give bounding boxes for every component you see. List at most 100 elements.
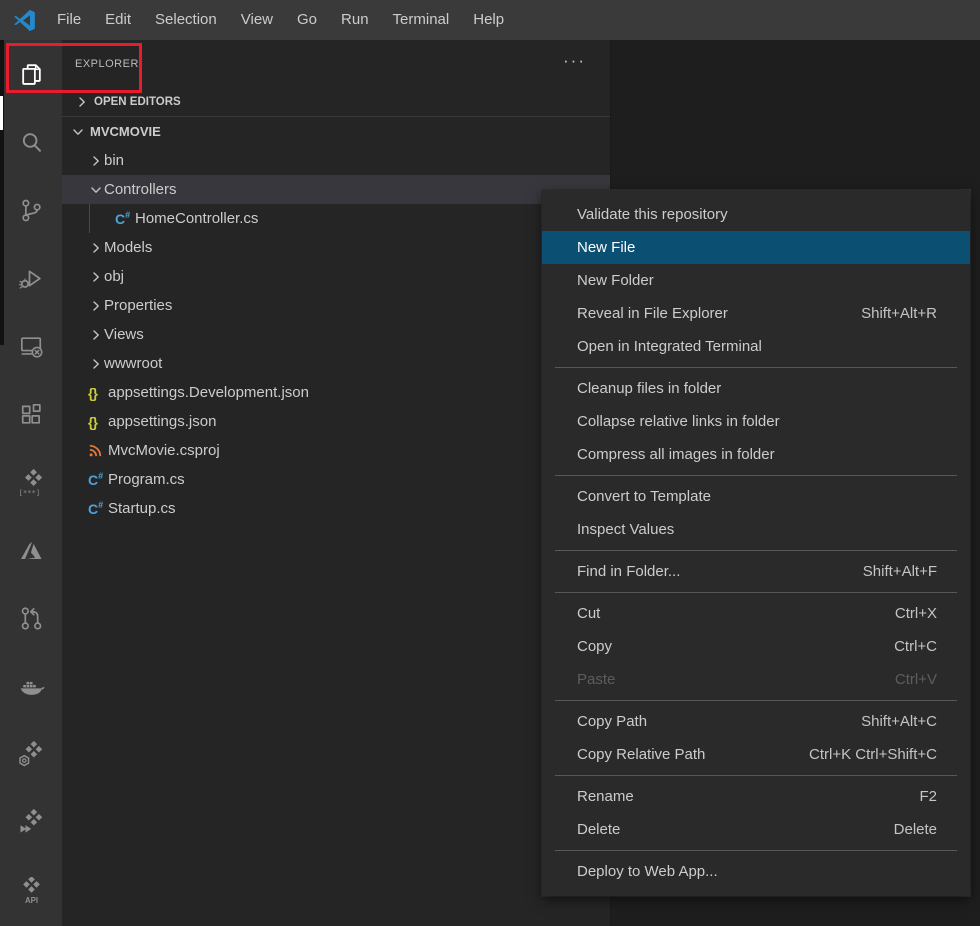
tree-item-label: obj <box>104 268 124 285</box>
activity-item-search[interactable] <box>0 108 62 176</box>
menu-separator <box>555 367 957 368</box>
tree-item-label: Properties <box>104 297 172 314</box>
docker-whale-icon <box>18 673 45 700</box>
chevron-right-icon <box>88 240 104 256</box>
menu-item-reveal-in-file-explorer[interactable]: Reveal in File ExplorerShift+Alt+R <box>542 297 970 330</box>
menubar-item-selection[interactable]: Selection <box>143 0 229 40</box>
tree-item-label: Program.cs <box>108 471 185 488</box>
chevron-right-icon <box>88 153 104 169</box>
menubar: FileEditSelectionViewGoRunTerminalHelp <box>45 0 516 40</box>
json-file-icon: {} <box>88 385 108 401</box>
tree-item-label: appsettings.json <box>108 413 216 430</box>
menubar-item-edit[interactable]: Edit <box>93 0 143 40</box>
csharp-file-icon: C# <box>88 501 108 517</box>
tree-item-startup-cs[interactable]: C#Startup.cs <box>62 494 610 523</box>
menu-item-find-in-folder[interactable]: Find in Folder...Shift+Alt+F <box>542 555 970 588</box>
file-tree: binControllersC#HomeController.csModelso… <box>62 146 610 523</box>
menu-separator <box>555 850 957 851</box>
section-label: MVCMOVIE <box>90 124 161 139</box>
tree-item-program-cs[interactable]: C#Program.cs <box>62 465 610 494</box>
menu-item-rename[interactable]: RenameF2 <box>542 780 970 813</box>
menu-item-compress-all-images-in-folder[interactable]: Compress all images in folder <box>542 438 970 471</box>
activity-item-azure[interactable] <box>0 516 62 584</box>
menubar-item-terminal[interactable]: Terminal <box>381 0 462 40</box>
menu-item-inspect-values[interactable]: Inspect Values <box>542 513 970 546</box>
activity-item-azure-api-ext[interactable]: API <box>0 856 62 924</box>
indent-guide <box>89 204 90 233</box>
section-project-root[interactable]: MVCMOVIE <box>62 117 610 146</box>
tree-item-label: Models <box>104 239 152 256</box>
tree-item-label: HomeController.cs <box>135 210 258 227</box>
tree-item-appsettings-development-json[interactable]: {}appsettings.Development.json <box>62 378 610 407</box>
section-open-editors[interactable]: OPEN EDITORS <box>62 88 610 117</box>
menubar-item-file[interactable]: File <box>45 0 93 40</box>
activity-item-azure-play-ext[interactable] <box>0 788 62 856</box>
tree-item-wwwroot[interactable]: wwwroot <box>62 349 610 378</box>
tree-item-properties[interactable]: Properties <box>62 291 610 320</box>
menu-item-new-folder[interactable]: New Folder <box>542 264 970 297</box>
tree-item-appsettings-json[interactable]: {}appsettings.json <box>62 407 610 436</box>
activity-item-remote-explorer[interactable] <box>0 312 62 380</box>
svg-text:[***]: [***] <box>18 487 40 495</box>
menu-item-deploy-to-web-app[interactable]: Deploy to Web App... <box>542 855 970 888</box>
menu-item-cleanup-files-in-folder[interactable]: Cleanup files in folder <box>542 372 970 405</box>
menu-item-copy-relative-path[interactable]: Copy Relative PathCtrl+K Ctrl+Shift+C <box>542 738 970 771</box>
window-edge <box>0 40 4 345</box>
menu-item-copy[interactable]: CopyCtrl+C <box>542 630 970 663</box>
chevron-right-icon <box>88 356 104 372</box>
tree-item-label: bin <box>104 152 124 169</box>
activity-item-source-control[interactable] <box>0 176 62 244</box>
menu-separator <box>555 550 957 551</box>
svg-text:API: API <box>24 896 37 904</box>
menu-item-cut[interactable]: CutCtrl+X <box>542 597 970 630</box>
csharp-file-icon: C# <box>115 211 135 227</box>
menu-item-paste[interactable]: PasteCtrl+V <box>542 663 970 696</box>
diamonds-hexagon-icon <box>18 741 45 768</box>
tree-item-views[interactable]: Views <box>62 320 610 349</box>
menubar-item-go[interactable]: Go <box>285 0 329 40</box>
menu-item-validate-this-repository[interactable]: Validate this repository <box>542 198 970 231</box>
menu-separator <box>555 475 957 476</box>
tree-item-obj[interactable]: obj <box>62 262 610 291</box>
tree-item-label: Views <box>104 326 144 343</box>
menubar-item-view[interactable]: View <box>229 0 285 40</box>
section-label: OPEN EDITORS <box>94 96 181 108</box>
menu-item-delete[interactable]: DeleteDelete <box>542 813 970 846</box>
activity-item-explorer[interactable] <box>0 40 62 108</box>
title-bar: FileEditSelectionViewGoRunTerminalHelp <box>0 0 980 40</box>
menu-item-collapse-relative-links-in-folder[interactable]: Collapse relative links in folder <box>542 405 970 438</box>
search-icon <box>18 129 45 156</box>
active-view-indicator <box>0 96 3 130</box>
chevron-down-icon <box>70 124 86 140</box>
menu-item-new-file[interactable]: New File <box>542 231 970 264</box>
activity-item-azure-tools[interactable]: [***] <box>0 448 62 516</box>
extensions-icon <box>18 401 45 428</box>
menu-item-copy-path[interactable]: Copy PathShift+Alt+C <box>542 705 970 738</box>
activity-item-github-pull-requests[interactable] <box>0 584 62 652</box>
menubar-item-run[interactable]: Run <box>329 0 381 40</box>
source-control-icon <box>18 197 45 224</box>
activity-item-run-and-debug[interactable] <box>0 244 62 312</box>
activity-item-azure-hexagon-ext[interactable] <box>0 720 62 788</box>
activity-item-extensions[interactable] <box>0 380 62 448</box>
tree-item-models[interactable]: Models <box>62 233 610 262</box>
vscode-logo-icon <box>13 9 36 32</box>
tree-item-bin[interactable]: bin <box>62 146 610 175</box>
tree-item-mvcmovie-csproj[interactable]: MvcMovie.csproj <box>62 436 610 465</box>
menu-item-open-in-integrated-terminal[interactable]: Open in Integrated Terminal <box>542 330 970 363</box>
csharp-file-icon: C# <box>88 472 108 488</box>
tree-item-homecontroller-cs[interactable]: C#HomeController.cs <box>62 204 610 233</box>
more-actions-icon[interactable]: ··· <box>563 52 586 69</box>
diamonds-api-icon: API <box>18 877 45 904</box>
activity-item-docker[interactable] <box>0 652 62 720</box>
pull-request-icon <box>18 605 45 632</box>
chevron-down-icon <box>88 182 104 198</box>
menu-separator <box>555 592 957 593</box>
diamonds-brackets-icon: [***] <box>18 469 45 496</box>
tree-item-controllers[interactable]: Controllers <box>62 175 610 204</box>
chevron-right-icon <box>88 327 104 343</box>
vscode-window: FileEditSelectionViewGoRunTerminalHelp [… <box>0 0 980 926</box>
menu-item-convert-to-template[interactable]: Convert to Template <box>542 480 970 513</box>
menubar-item-help[interactable]: Help <box>461 0 516 40</box>
chevron-right-icon <box>74 94 90 110</box>
